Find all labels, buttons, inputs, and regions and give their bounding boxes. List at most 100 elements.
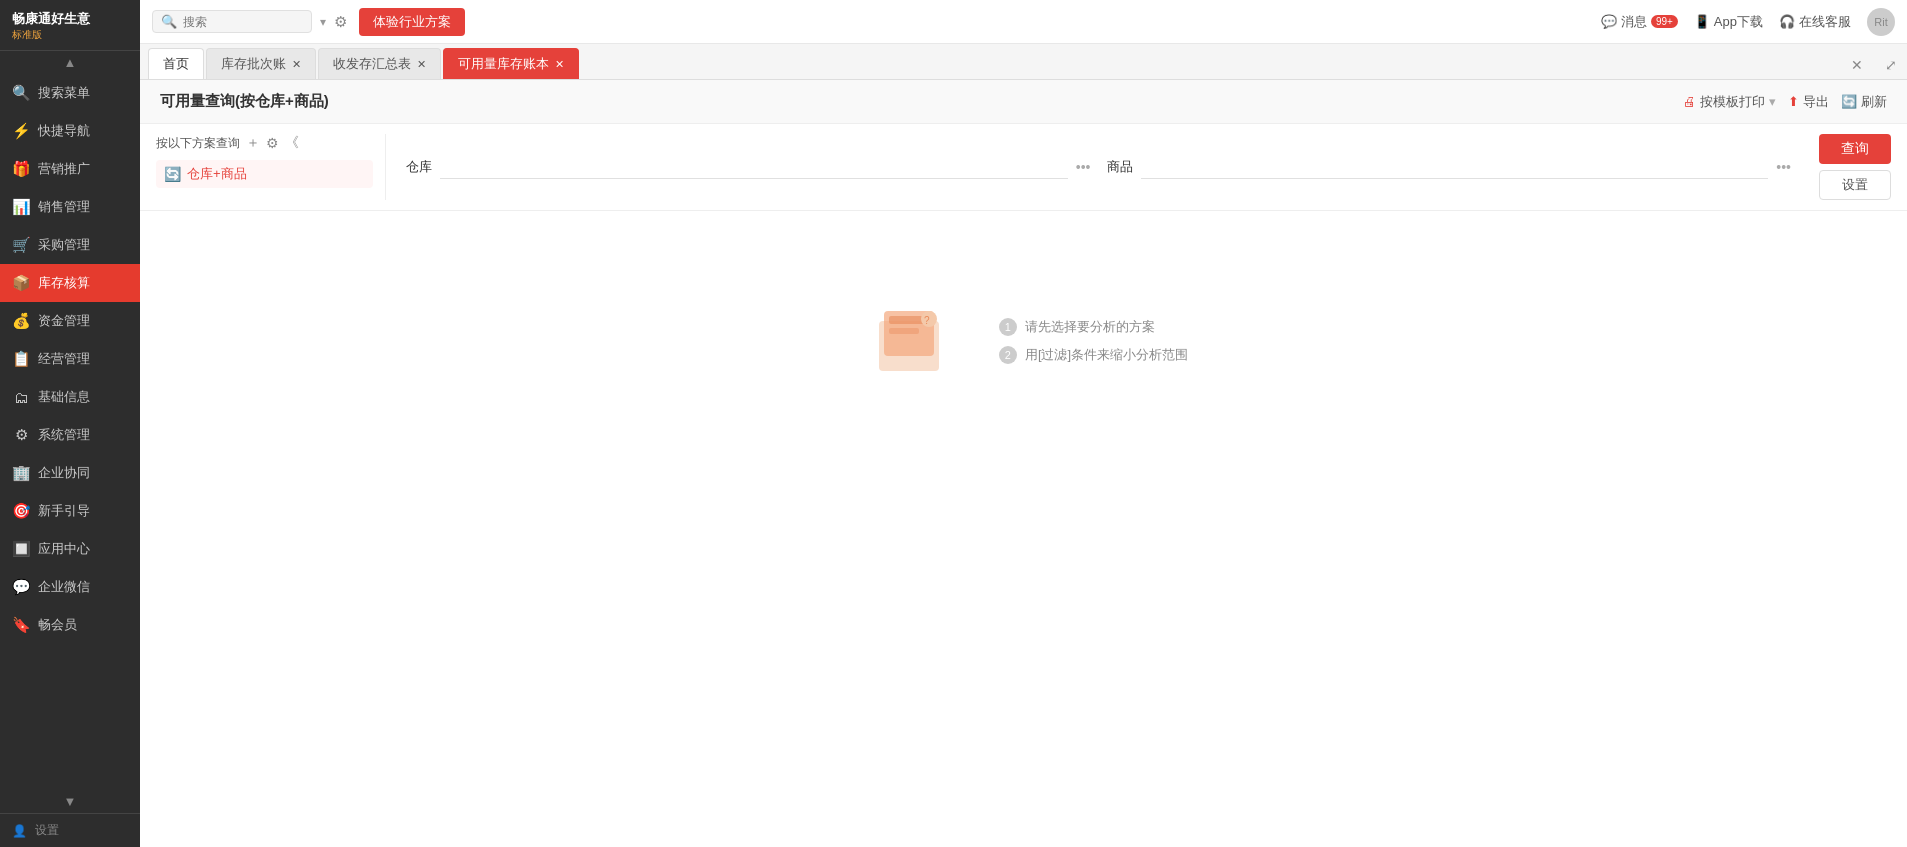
weixin-icon: 💬 (12, 578, 30, 596)
sidebar-item-inventory[interactable]: 📦 库存核算 (0, 264, 140, 302)
sidebar-item-purchase[interactable]: 🛒 采购管理 (0, 226, 140, 264)
inventory-icon: 📦 (12, 274, 30, 292)
gear-icon[interactable]: ⚙ (334, 13, 347, 31)
online-service-button[interactable]: 🎧 在线客服 (1779, 13, 1851, 31)
tab-summary-label: 收发存汇总表 (333, 55, 411, 73)
topbar: 🔍 ▾ ⚙ 体验行业方案 💬 消息 99+ 📱 App下载 🎧 在线客服 Rit (140, 0, 1907, 44)
settings-scheme-icon[interactable]: ⚙ (266, 135, 279, 151)
sidebar-bottom: 👤 设置 (0, 813, 140, 847)
trial-button[interactable]: 体验行业方案 (359, 8, 465, 36)
content-area: 可用量查询(按仓库+商品) 🖨 按模板打印 ▾ ⬆ 导出 🔄 刷新 (140, 80, 1907, 847)
chevron-down-icon[interactable]: ▾ (320, 15, 326, 29)
sidebar-scroll-up[interactable]: ▲ (0, 51, 140, 74)
empty-state: ? 1 请先选择要分析的方案 2 用[过滤]条件来缩小分析范围 (140, 211, 1907, 471)
tabs-close-all-button[interactable]: ✕ (1841, 51, 1873, 79)
export-icon: ⬆ (1788, 94, 1799, 109)
sidebar-item-finance[interactable]: 💰 资金管理 (0, 302, 140, 340)
sidebar-item-weixin[interactable]: 💬 企业微信 (0, 568, 140, 606)
tab-available[interactable]: 可用量库存账本 ✕ (443, 48, 579, 79)
gift-icon: 🎁 (12, 160, 30, 178)
print-button[interactable]: 🖨 按模板打印 ▾ (1683, 93, 1776, 111)
messages-badge: 99+ (1651, 15, 1678, 28)
user-avatar[interactable]: Rit (1867, 8, 1895, 36)
filter-section: 按以下方案查询 ＋ ⚙ 《 🔄 仓库+商品 仓库 ••• (140, 124, 1907, 211)
tab-summary-close[interactable]: ✕ (417, 58, 426, 71)
page-actions: 🖨 按模板打印 ▾ ⬆ 导出 🔄 刷新 (1683, 93, 1887, 111)
sidebar-item-system[interactable]: ⚙ 系统管理 (0, 416, 140, 454)
tip-num-1: 1 (999, 318, 1017, 336)
goods-input[interactable] (1141, 155, 1769, 179)
sidebar-item-shortcut[interactable]: ⚡ 快捷导航 (0, 112, 140, 150)
svg-rect-3 (889, 328, 919, 334)
sidebar-item-label: 库存核算 (38, 274, 90, 292)
goods-label: 商品 (1107, 158, 1133, 176)
sidebar-item-guide[interactable]: 🎯 新手引导 (0, 492, 140, 530)
sidebar-item-label: 快捷导航 (38, 122, 90, 140)
tab-available-close[interactable]: ✕ (555, 58, 564, 71)
online-service-label: 在线客服 (1799, 13, 1851, 31)
sidebar-item-operation[interactable]: 📋 经营管理 (0, 340, 140, 378)
sidebar-item-basic[interactable]: 🗂 基础信息 (0, 378, 140, 416)
add-scheme-icon[interactable]: ＋ (246, 134, 260, 152)
tab-batch[interactable]: 库存批次账 ✕ (206, 48, 316, 79)
shortcut-icon: ⚡ (12, 122, 30, 140)
avatar-text: Rit (1874, 16, 1887, 28)
topbar-right: 💬 消息 99+ 📱 App下载 🎧 在线客服 Rit (1601, 8, 1895, 36)
sidebar-scroll-down[interactable]: ▼ (0, 790, 140, 813)
finance-icon: 💰 (12, 312, 30, 330)
sidebar-item-apps[interactable]: 🔲 应用中心 (0, 530, 140, 568)
messages-label: 消息 (1621, 13, 1647, 31)
topbar-search-box[interactable]: 🔍 (152, 10, 312, 33)
warehouse-label: 仓库 (406, 158, 432, 176)
warehouse-input[interactable] (440, 155, 1068, 179)
print-chevron-icon[interactable]: ▾ (1769, 94, 1776, 109)
refresh-button[interactable]: 🔄 刷新 (1841, 93, 1887, 111)
tip-text-2: 用[过滤]条件来缩小分析范围 (1025, 346, 1188, 364)
system-icon: ⚙ (12, 426, 30, 444)
logo-subtitle: 标准版 (12, 28, 128, 42)
sidebar-item-enterprise[interactable]: 🏢 企业协同 (0, 454, 140, 492)
warehouse-more-icon[interactable]: ••• (1076, 159, 1091, 175)
app-download-label: App下载 (1714, 13, 1763, 31)
tab-summary[interactable]: 收发存汇总表 ✕ (318, 48, 441, 79)
sidebar-item-label: 经营管理 (38, 350, 90, 368)
sidebar-item-label: 企业微信 (38, 578, 90, 596)
svg-text:?: ? (924, 315, 930, 326)
query-button[interactable]: 查询 (1819, 134, 1891, 164)
settings-button[interactable]: 设置 (1819, 170, 1891, 200)
export-button[interactable]: ⬆ 导出 (1788, 93, 1829, 111)
collapse-icon[interactable]: 《 (285, 134, 299, 152)
search-icon: 🔍 (161, 14, 177, 29)
sidebar-item-label: 应用中心 (38, 540, 90, 558)
goods-more-icon[interactable]: ••• (1776, 159, 1791, 175)
tab-available-label: 可用量库存账本 (458, 55, 549, 73)
messages-button[interactable]: 💬 消息 99+ (1601, 13, 1678, 31)
logo-title: 畅康通好生意 (12, 10, 128, 28)
filter-label: 按以下方案查询 ＋ ⚙ 《 (156, 134, 373, 152)
guide-icon: 🎯 (12, 502, 30, 520)
headset-icon: 🎧 (1779, 14, 1795, 29)
chart-icon: 📊 (12, 198, 30, 216)
page-header: 可用量查询(按仓库+商品) 🖨 按模板打印 ▾ ⬆ 导出 🔄 刷新 (140, 80, 1907, 124)
tab-batch-close[interactable]: ✕ (292, 58, 301, 71)
empty-illustration: ? (859, 291, 959, 391)
sidebar-item-member[interactable]: 🔖 畅会员 (0, 606, 140, 644)
scheme-item-warehouse-goods[interactable]: 🔄 仓库+商品 (156, 160, 373, 188)
tabs-resize-button[interactable]: ⤢ (1875, 51, 1907, 79)
app-download-button[interactable]: 📱 App下载 (1694, 13, 1763, 31)
sidebar-item-marketing[interactable]: 🎁 营销推广 (0, 150, 140, 188)
search-input[interactable] (183, 15, 283, 29)
search-icon: 🔍 (12, 84, 30, 102)
sidebar-item-label: 采购管理 (38, 236, 90, 254)
filter-label-text: 按以下方案查询 (156, 135, 240, 152)
sidebar-item-search[interactable]: 🔍 搜索菜单 (0, 74, 140, 112)
tab-home[interactable]: 首页 (148, 48, 204, 79)
sidebar-item-sales[interactable]: 📊 销售管理 (0, 188, 140, 226)
empty-tip-2: 2 用[过滤]条件来缩小分析范围 (999, 346, 1188, 364)
operation-icon: 📋 (12, 350, 30, 368)
refresh-icon: 🔄 (1841, 94, 1857, 109)
basic-icon: 🗂 (12, 389, 30, 406)
sidebar-item-label: 新手引导 (38, 502, 90, 520)
sidebar-item-label: 基础信息 (38, 388, 90, 406)
print-icon: 🖨 (1683, 94, 1696, 109)
